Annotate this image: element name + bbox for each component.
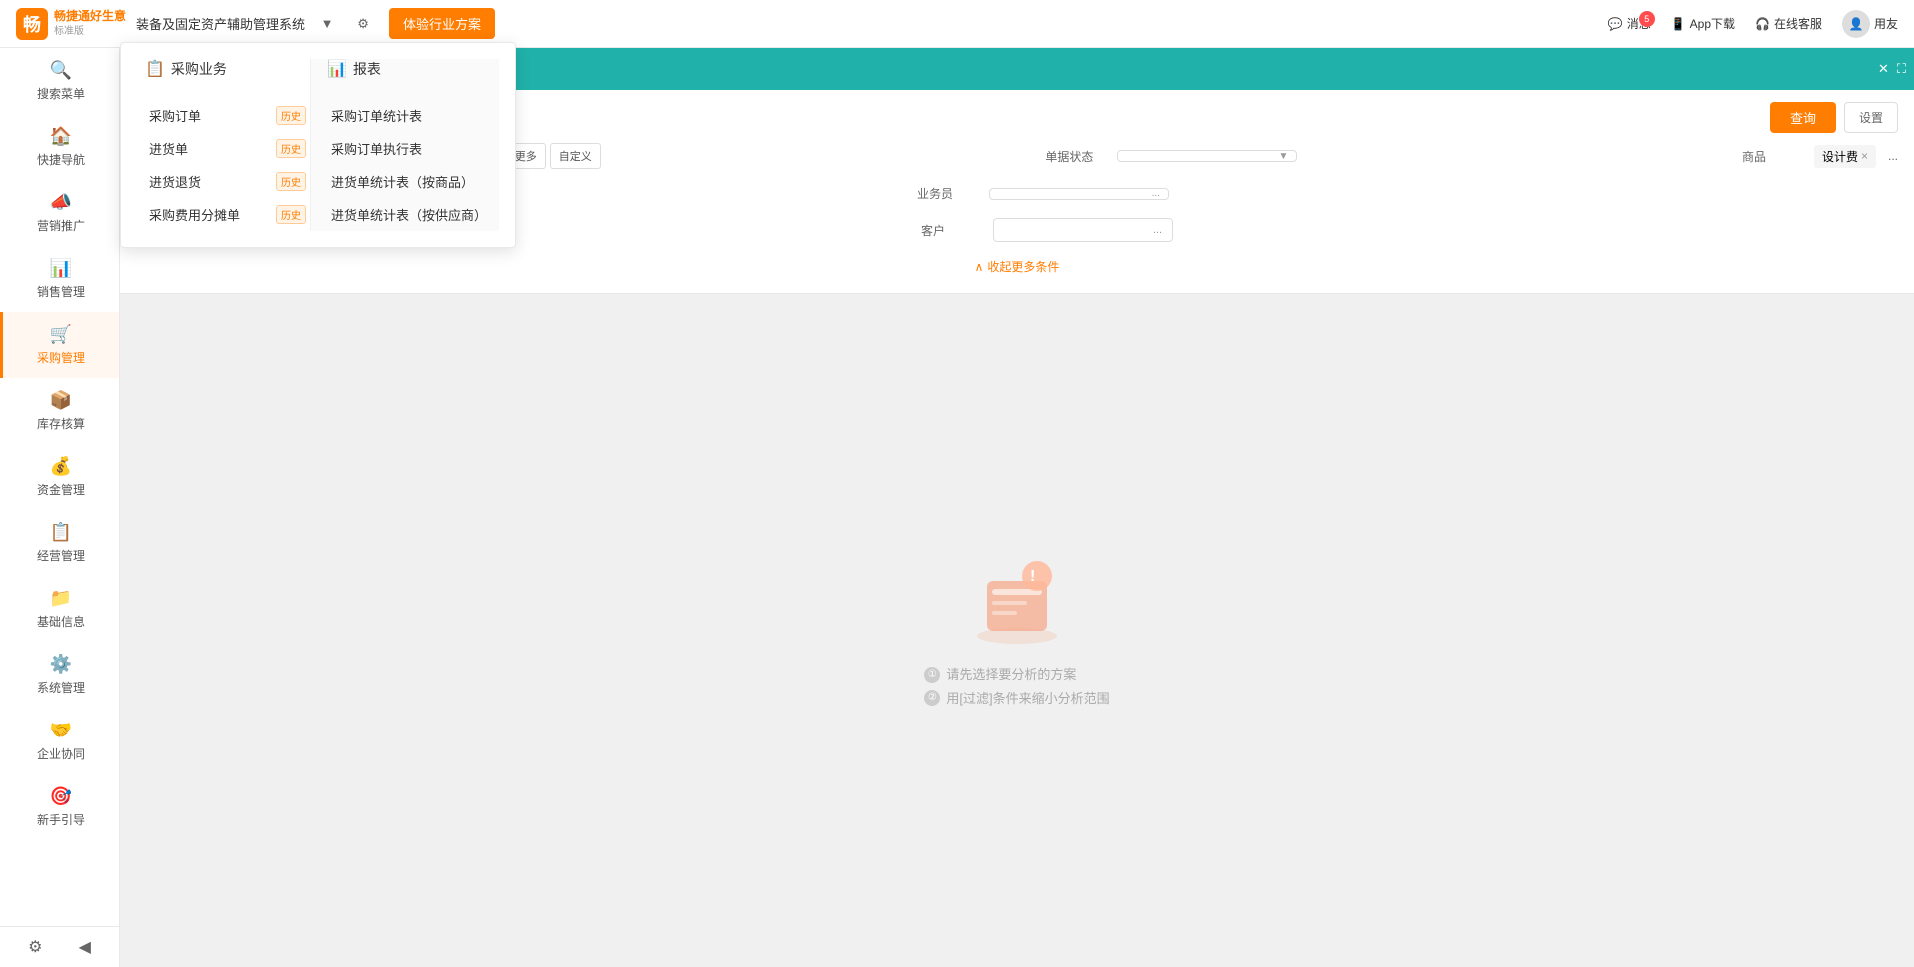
user-menu-btn[interactable]: 👤 用友 (1842, 10, 1898, 38)
purchase-report-section: 📊 报表 采购订单统计表 采购订单执行表 进货单统计表（按商品） 进货单统计表（… (310, 59, 499, 231)
inventory-icon: 📦 (50, 390, 72, 411)
sidebar-item-finance[interactable]: 💰 资金管理 (0, 444, 119, 510)
menu-item-return[interactable]: 进货退货 历史 (145, 165, 310, 198)
history-badge-3: 历史 (276, 205, 306, 224)
menu-item-order-exec[interactable]: 采购订单执行表 (327, 132, 491, 165)
svg-text:!: ! (1030, 568, 1035, 585)
sidebar-item-collab[interactable]: 🤝 企业协同 (0, 708, 119, 774)
data-area: ! ① 请先选择要分析的方案 ② 用[过滤]条件来缩小分析范围 (120, 294, 1914, 967)
tip2-num: ② (924, 690, 940, 706)
sidebar-collapse-btn[interactable]: ◀ (79, 937, 91, 957)
menu-item-incoming-stat-supplier[interactable]: 进货单统计表（按供应商） (327, 198, 491, 231)
tip-2: ② 用[过滤]条件来缩小分析范围 (924, 687, 1109, 710)
purchase-icon: 🛒 (50, 324, 72, 345)
sidebar-item-basicinfo[interactable]: 📁 基础信息 (0, 576, 119, 642)
history-badge-0: 历史 (276, 106, 306, 125)
notification-badge: 5 (1639, 11, 1655, 27)
finance-icon: 💰 (50, 456, 72, 477)
salesman-label: 业务员 (917, 185, 977, 202)
purchase-business-section: 📋 采购业务 采购订单 历史 进货单 历史 进货退货 历史 采购费用分摊单 历史 (137, 59, 318, 231)
sidebar-item-guide[interactable]: 🎯 新手引导 (0, 774, 119, 840)
quick-custom-btn[interactable]: 自定义 (550, 143, 601, 169)
goods-label: 商品 (1742, 148, 1802, 165)
goods-more-btn[interactable]: ... (1888, 149, 1898, 163)
sidebar-item-inventory[interactable]: 📦 库存核算 (0, 378, 119, 444)
sidebar-item-quicknav[interactable]: 🏠 快捷导航 (0, 114, 119, 180)
sidebar-bottom: ⚙ ◀ (0, 926, 119, 967)
menu-item-expense[interactable]: 采购费用分摊单 历史 (145, 198, 310, 231)
logo-main: 畅捷通好生意 (54, 9, 126, 25)
system-icon: ⚙️ (50, 654, 72, 675)
top-header: 畅 畅捷通好生意 标准版 装备及固定资产辅助管理系统 ▼ ⚙ 体验行业方案 💬 … (0, 0, 1914, 48)
customer-label: 客户 (921, 222, 981, 239)
sidebar-item-marketing[interactable]: 📣 营销推广 (0, 180, 119, 246)
phone-icon: 📱 (1671, 17, 1686, 31)
purchase-section-icon: 📋 (145, 59, 165, 79)
menu-item-incoming-stat-goods[interactable]: 进货单统计表（按商品） (327, 165, 491, 198)
header-settings-icon[interactable]: ⚙ (349, 10, 377, 38)
app-download-btn[interactable]: 📱 App下载 (1671, 15, 1735, 32)
system-dropdown-btn[interactable]: ▼ (317, 14, 337, 34)
doc-status-label: 单据状态 (1045, 148, 1105, 165)
header-center: 装备及固定资产辅助管理系统 ▼ ⚙ 体验行业方案 (136, 8, 1608, 39)
header-right: 💬 消息 5 📱 App下载 🎧 在线客服 👤 用友 (1608, 10, 1898, 38)
logo-sub: 标准版 (54, 25, 126, 38)
section1-title: 📋 采购业务 (145, 59, 310, 87)
collab-icon: 🤝 (50, 720, 72, 741)
tab-bar-right: ✕ ⛶ (1878, 61, 1906, 77)
goods-tag-close[interactable]: × (1861, 149, 1868, 163)
user-avatar: 👤 (1842, 10, 1870, 38)
sidebar: 🔍 搜索菜单 🏠 快捷导航 📣 营销推广 📊 销售管理 🛒 采购管理 📦 库存核… (0, 48, 120, 967)
sales-icon: 📊 (50, 258, 72, 279)
empty-tips: ① 请先选择要分析的方案 ② 用[过滤]条件来缩小分析范围 (924, 663, 1109, 710)
logo-icon: 畅 (16, 8, 48, 40)
history-badge-1: 历史 (276, 139, 306, 158)
system-title: 装备及固定资产辅助管理系统 (136, 14, 305, 33)
tip1-num: ① (924, 667, 940, 683)
sidebar-item-purchase[interactable]: 🛒 采购管理 (0, 312, 119, 378)
sidebar-item-search[interactable]: 🔍 搜索菜单 (0, 48, 119, 114)
logo-text: 畅捷通好生意 标准版 (54, 9, 126, 38)
online-service-btn[interactable]: 🎧 在线客服 (1755, 15, 1822, 32)
collapse-btn[interactable]: ∧ 收起更多条件 (136, 252, 1898, 281)
collapse-arrow-icon: ∧ (975, 260, 984, 274)
menu-item-purchase-order[interactable]: 采购订单 历史 (145, 99, 310, 132)
sidebar-item-system[interactable]: ⚙️ 系统管理 (0, 642, 119, 708)
marketing-icon: 📣 (50, 192, 72, 213)
sidebar-item-sales[interactable]: 📊 销售管理 (0, 246, 119, 312)
history-badge-2: 历史 (276, 172, 306, 191)
tab-close-icon[interactable]: ✕ (1878, 61, 1889, 77)
tab-expand-icon[interactable]: ⛶ (1897, 61, 1906, 77)
operation-icon: 📋 (50, 522, 72, 543)
industry-btn[interactable]: 体验行业方案 (389, 8, 495, 39)
search-icon: 🔍 (50, 60, 72, 81)
section2-title: 📊 报表 (327, 59, 491, 87)
settings-btn[interactable]: 设置 (1844, 102, 1898, 133)
message-btn[interactable]: 💬 消息 5 (1608, 15, 1651, 32)
headset-icon: 🎧 (1755, 17, 1770, 31)
tip-1: ① 请先选择要分析的方案 (924, 663, 1109, 686)
sidebar-item-operation[interactable]: 📋 经营管理 (0, 510, 119, 576)
message-icon: 💬 (1608, 17, 1623, 31)
empty-illustration: ! (957, 551, 1077, 651)
query-btn[interactable]: 查询 (1770, 102, 1836, 133)
home-icon: 🏠 (50, 126, 72, 147)
doc-status-select[interactable]: ▼ (1117, 150, 1297, 162)
customer-input[interactable]: ... (993, 218, 1173, 242)
empty-state: ! ① 请先选择要分析的方案 ② 用[过滤]条件来缩小分析范围 (924, 551, 1109, 710)
sidebar-settings-btn[interactable]: ⚙ (28, 937, 42, 957)
menu-item-order-stat[interactable]: 采购订单统计表 (327, 99, 491, 132)
salesman-select[interactable]: ... (989, 188, 1169, 200)
purchase-dropdown-menu: 📋 采购业务 采购订单 历史 进货单 历史 进货退货 历史 采购费用分摊单 历史… (120, 42, 516, 248)
menu-item-incoming[interactable]: 进货单 历史 (145, 132, 310, 165)
basicinfo-icon: 📁 (50, 588, 72, 609)
report-section-icon: 📊 (327, 59, 347, 79)
goods-tag: 设计费 × (1814, 145, 1876, 168)
logo-area: 畅 畅捷通好生意 标准版 (16, 8, 136, 40)
guide-icon: 🎯 (50, 786, 72, 807)
